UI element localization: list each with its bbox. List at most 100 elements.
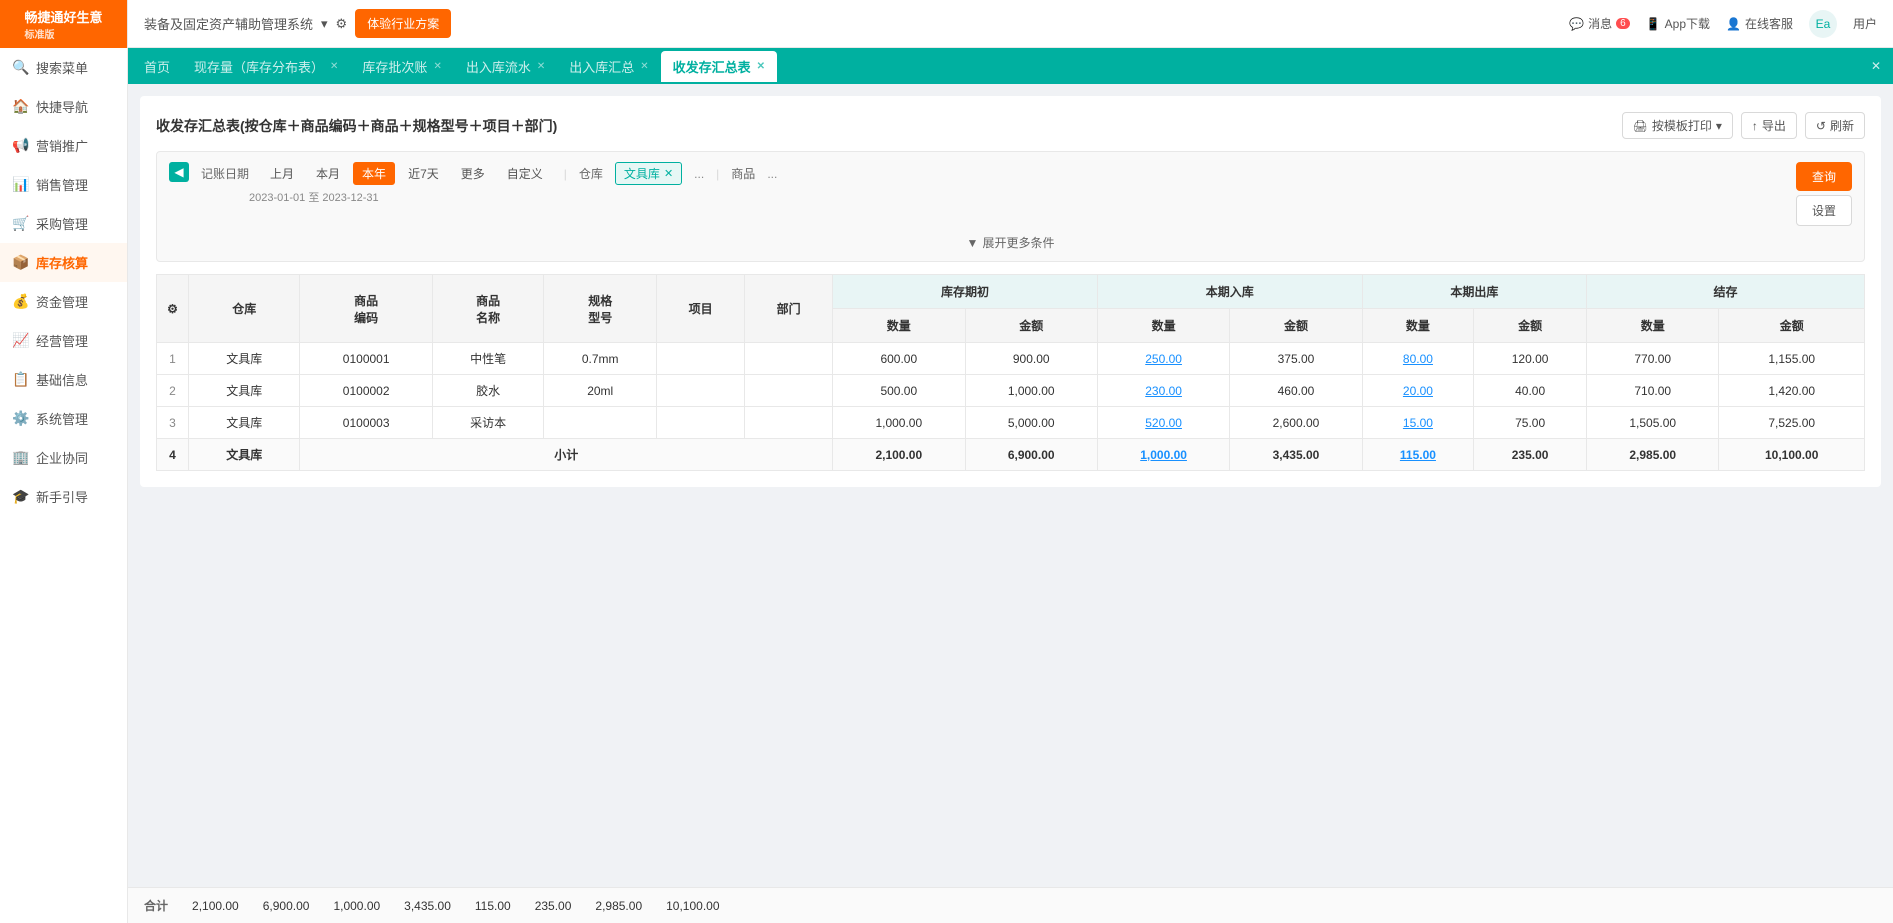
date-btn-last-month[interactable]: 上月 <box>261 162 303 185</box>
filter-actions: 查询 设置 <box>1796 162 1852 226</box>
subtotal-opening-qty: 2,100.00 <box>833 439 965 471</box>
sidebar-item-system[interactable]: ⚙️ 系统管理 <box>0 399 127 438</box>
tab-home-label: 首页 <box>144 57 170 76</box>
cell-warehouse: 文具库 <box>189 407 300 439</box>
tab-stock-dist-close[interactable]: ✕ <box>330 61 338 72</box>
app-logo: 畅捷通好生意 标准版 <box>0 0 127 48</box>
refresh-button[interactable]: ↺ 刷新 <box>1805 112 1865 139</box>
goods-more[interactable]: ... <box>767 167 777 181</box>
tab-recv-send-summary[interactable]: 收发存汇总表 ✕ <box>661 51 777 82</box>
sidebar-item-label: 系统管理 <box>36 409 88 428</box>
avatar[interactable]: Ea <box>1809 10 1837 38</box>
export-label: 导出 <box>1762 117 1786 134</box>
expand-button[interactable]: ▼ 展开更多条件 <box>967 234 1055 251</box>
messages-btn[interactable]: 💬 消息 6 <box>1569 15 1630 32</box>
th-goods-spec: 规格型号 <box>544 275 657 343</box>
business-icon: 📈 <box>12 332 30 349</box>
dropdown-arrow-icon[interactable]: ▾ <box>321 16 328 32</box>
page-actions: 🖨 按模板打印 ▾ ↑ 导出 ↺ 刷新 <box>1622 112 1865 139</box>
sidebar-item-guide[interactable]: 🎓 新手引导 <box>0 477 127 516</box>
cell-closing-amt: 7,525.00 <box>1719 407 1865 439</box>
date-btn-custom[interactable]: 自定义 <box>498 162 552 185</box>
app-download-btn[interactable]: 📱 App下载 <box>1646 15 1710 32</box>
setting-button[interactable]: 设置 <box>1796 195 1852 226</box>
online-service-btn[interactable]: 👤 在线客服 <box>1726 15 1793 32</box>
tab-inout-flow[interactable]: 出入库流水 ✕ <box>454 51 557 82</box>
cell-out-qty[interactable]: 20.00 <box>1362 375 1474 407</box>
tab-bar: 首页 现存量（库存分布表） ✕ 库存批次账 ✕ 出入库流水 ✕ 出入库汇总 ✕ … <box>128 48 1893 84</box>
date-btn-more[interactable]: 更多 <box>452 162 494 185</box>
export-icon: ↑ <box>1752 119 1758 133</box>
cell-out-qty[interactable]: 15.00 <box>1362 407 1474 439</box>
sidebar: 畅捷通好生意 标准版 🔍 搜索菜单 🏠 快捷导航 📢 营销推广 📊 销售管理 🛒… <box>0 0 128 923</box>
avatar-text: Ea <box>1816 17 1831 31</box>
expand-label: 展开更多条件 <box>982 234 1054 251</box>
page-title: 收发存汇总表(按仓库＋商品编码＋商品＋规格型号＋项目＋部门) <box>156 116 557 136</box>
system-title: 装备及固定资产辅助管理系统 <box>144 14 313 33</box>
sidebar-item-sales[interactable]: 📊 销售管理 <box>0 165 127 204</box>
sidebar-item-label: 库存核算 <box>36 253 88 272</box>
tab-inout-summary-close[interactable]: ✕ <box>640 61 648 72</box>
cell-opening-qty: 600.00 <box>833 343 965 375</box>
cell-closing-qty: 710.00 <box>1587 375 1719 407</box>
tab-inout-summary[interactable]: 出入库汇总 ✕ <box>557 51 660 82</box>
experience-button[interactable]: 体验行业方案 <box>355 9 451 38</box>
th-opening-qty: 数量 <box>833 309 965 343</box>
tab-home[interactable]: 首页 <box>132 51 182 82</box>
cell-closing-qty: 1,505.00 <box>1587 407 1719 439</box>
sidebar-item-label: 营销推广 <box>36 136 88 155</box>
sidebar-item-finance[interactable]: 💰 资金管理 <box>0 282 127 321</box>
sidebar-item-search[interactable]: 🔍 搜索菜单 <box>0 48 127 87</box>
subtotal-in-qty[interactable]: 1,000.00 <box>1097 439 1229 471</box>
warehouse-tag: 文具库 ✕ <box>615 162 682 185</box>
date-btn-7days[interactable]: 近7天 <box>399 162 448 185</box>
tab-batch-ledger[interactable]: 库存批次账 ✕ <box>350 51 453 82</box>
filter-row: 记账日期 上月 本月 本年 近7天 更多 自定义 | 仓库 文具库 <box>201 162 1784 185</box>
cell-in-qty[interactable]: 230.00 <box>1097 375 1229 407</box>
cell-in-qty[interactable]: 250.00 <box>1097 343 1229 375</box>
sidebar-item-enterprise[interactable]: 🏢 企业协同 <box>0 438 127 477</box>
tab-recv-send-close[interactable]: ✕ <box>757 61 765 72</box>
subtotal-out-qty[interactable]: 115.00 <box>1362 439 1474 471</box>
warehouse-tag-text: 文具库 <box>624 165 660 182</box>
print-label: 按模板打印 <box>1652 117 1712 134</box>
print-button[interactable]: 🖨 按模板打印 ▾ <box>1622 112 1733 139</box>
cell-out-qty[interactable]: 80.00 <box>1362 343 1474 375</box>
sidebar-item-marketing[interactable]: 📢 营销推广 <box>0 126 127 165</box>
warehouse-tag-close[interactable]: ✕ <box>664 167 673 180</box>
sidebar-item-label: 经营管理 <box>36 331 88 350</box>
date-btn-this-year[interactable]: 本年 <box>353 162 395 185</box>
cell-in-amt: 375.00 <box>1230 343 1362 375</box>
logo-line2: 标准版 <box>24 26 102 41</box>
filter-collapse-btn[interactable]: ◀ <box>169 162 189 182</box>
sidebar-item-basicinfo[interactable]: 📋 基础信息 <box>0 360 127 399</box>
main-content: 收发存汇总表(按仓库＋商品编码＋商品＋规格型号＋项目＋部门) 🖨 按模板打印 ▾… <box>128 84 1893 923</box>
query-button[interactable]: 查询 <box>1796 162 1852 191</box>
cell-in-qty[interactable]: 520.00 <box>1097 407 1229 439</box>
tab-inout-summary-label: 出入库汇总 <box>569 57 634 76</box>
th-opening-group: 库存期初 <box>833 275 1098 309</box>
cell-out-amt: 40.00 <box>1474 375 1587 407</box>
gear-icon[interactable]: ⚙ <box>336 16 348 32</box>
footer-in-qty: 1,000.00 <box>333 899 380 913</box>
col-setting-header[interactable]: ⚙ <box>157 275 189 343</box>
warehouse-more[interactable]: ... <box>694 167 704 181</box>
tab-bar-close[interactable]: ✕ <box>1863 59 1889 73</box>
date-buttons: 上月 本月 本年 近7天 更多 自定义 <box>261 162 552 185</box>
tab-inout-flow-close[interactable]: ✕ <box>537 61 545 72</box>
export-button[interactable]: ↑ 导出 <box>1741 112 1797 139</box>
sidebar-item-purchase[interactable]: 🛒 采购管理 <box>0 204 127 243</box>
sidebar-item-quicknav[interactable]: 🏠 快捷导航 <box>0 87 127 126</box>
sidebar-item-inventory[interactable]: 📦 库存核算 <box>0 243 127 282</box>
tab-recv-send-label: 收发存汇总表 <box>673 57 751 76</box>
sidebar-item-business[interactable]: 📈 经营管理 <box>0 321 127 360</box>
table-row: 2 文具库 0100002 胶水 20ml 500.00 1,000.00 23… <box>157 375 1865 407</box>
subtotal-label: 小计 <box>300 439 833 471</box>
th-goods-name: 商品名称 <box>432 275 543 343</box>
date-btn-this-month[interactable]: 本月 <box>307 162 349 185</box>
sidebar-menu: 🔍 搜索菜单 🏠 快捷导航 📢 营销推广 📊 销售管理 🛒 采购管理 📦 库存核… <box>0 48 127 923</box>
tab-batch-ledger-close[interactable]: ✕ <box>433 61 441 72</box>
table-row: 1 文具库 0100001 中性笔 0.7mm 600.00 900.00 25… <box>157 343 1865 375</box>
tab-stock-dist[interactable]: 现存量（库存分布表） ✕ <box>182 51 350 82</box>
cell-opening-qty: 500.00 <box>833 375 965 407</box>
